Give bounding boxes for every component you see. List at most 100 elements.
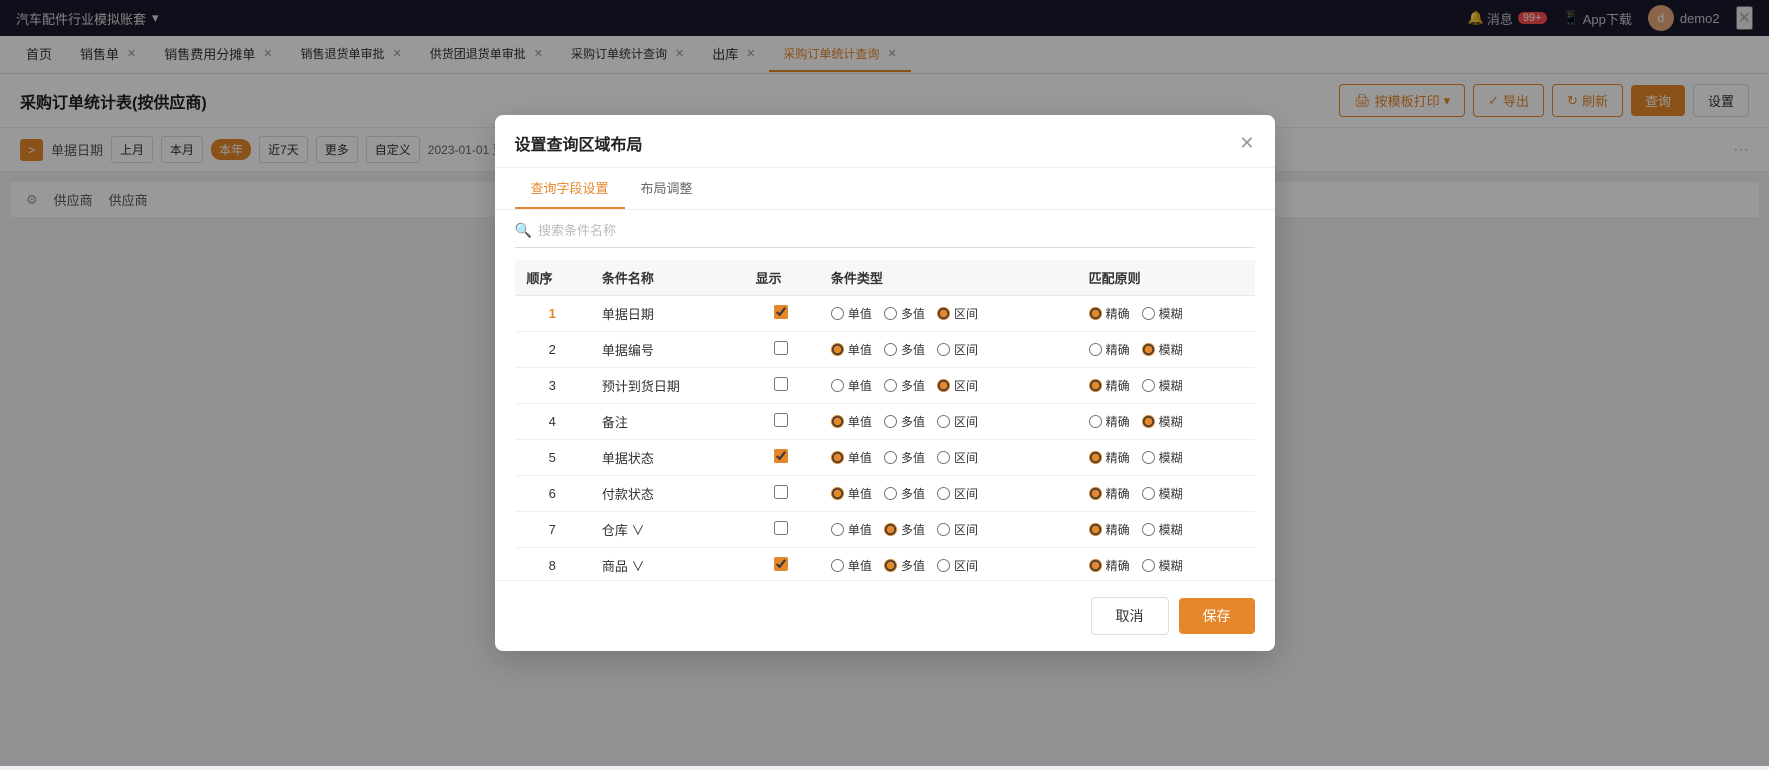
display-checkbox[interactable] bbox=[774, 521, 788, 535]
type-radio[interactable] bbox=[884, 307, 897, 320]
type-radio-item[interactable]: 多值 bbox=[884, 341, 925, 358]
type-radio[interactable] bbox=[937, 487, 950, 500]
match-radio[interactable] bbox=[1089, 379, 1102, 392]
match-radio-item[interactable]: 模糊 bbox=[1142, 521, 1183, 538]
match-radio[interactable] bbox=[1089, 487, 1102, 500]
match-radio-item[interactable]: 模糊 bbox=[1142, 341, 1183, 358]
match-radio[interactable] bbox=[1142, 487, 1155, 500]
type-radio-item[interactable]: 区间 bbox=[937, 449, 978, 466]
match-radio[interactable] bbox=[1142, 379, 1155, 392]
type-radio[interactable] bbox=[831, 307, 844, 320]
match-radio[interactable] bbox=[1089, 415, 1102, 428]
match-radio-item[interactable]: 精确 bbox=[1089, 377, 1130, 394]
display-checkbox[interactable] bbox=[774, 305, 788, 319]
match-radio[interactable] bbox=[1089, 343, 1102, 356]
type-radio-item[interactable]: 多值 bbox=[884, 557, 925, 574]
match-radio-label: 精确 bbox=[1106, 449, 1130, 466]
type-radio-item[interactable]: 单值 bbox=[831, 377, 872, 394]
type-radio[interactable] bbox=[884, 343, 897, 356]
match-radio-item[interactable]: 精确 bbox=[1089, 521, 1130, 538]
dialog-tab-query-fields[interactable]: 查询字段设置 bbox=[515, 168, 625, 209]
match-radio-label: 模糊 bbox=[1159, 413, 1183, 430]
type-radio[interactable] bbox=[831, 487, 844, 500]
type-radio-label: 区间 bbox=[954, 413, 978, 430]
type-radio[interactable] bbox=[884, 451, 897, 464]
type-radio-item[interactable]: 区间 bbox=[937, 305, 978, 322]
match-radio-item[interactable]: 模糊 bbox=[1142, 449, 1183, 466]
display-checkbox[interactable] bbox=[774, 341, 788, 355]
type-radio-item[interactable]: 区间 bbox=[937, 485, 978, 502]
match-radio-item[interactable]: 模糊 bbox=[1142, 377, 1183, 394]
type-radio[interactable] bbox=[831, 523, 844, 536]
type-radio[interactable] bbox=[884, 487, 897, 500]
match-radio[interactable] bbox=[1142, 523, 1155, 536]
display-checkbox[interactable] bbox=[774, 413, 788, 427]
type-radio[interactable] bbox=[831, 343, 844, 356]
cancel-btn[interactable]: 取消 bbox=[1091, 597, 1169, 635]
type-radio[interactable] bbox=[937, 523, 950, 536]
type-radio-item[interactable]: 多值 bbox=[884, 305, 925, 322]
type-radio-item[interactable]: 多值 bbox=[884, 377, 925, 394]
save-btn[interactable]: 保存 bbox=[1179, 598, 1255, 634]
type-radio[interactable] bbox=[884, 379, 897, 392]
dialog-close-btn[interactable]: ✕ bbox=[1239, 133, 1254, 154]
match-radio[interactable] bbox=[1089, 307, 1102, 320]
match-radio-item[interactable]: 精确 bbox=[1089, 305, 1130, 322]
match-radio[interactable] bbox=[1142, 307, 1155, 320]
type-radio-item[interactable]: 多值 bbox=[884, 449, 925, 466]
display-checkbox[interactable] bbox=[774, 449, 788, 463]
type-radio-item[interactable]: 多值 bbox=[884, 413, 925, 430]
type-radio-item[interactable]: 单值 bbox=[831, 341, 872, 358]
match-radio[interactable] bbox=[1142, 451, 1155, 464]
type-radio[interactable] bbox=[831, 559, 844, 572]
dialog-tab-layout[interactable]: 布局调整 bbox=[625, 168, 709, 209]
type-radio[interactable] bbox=[937, 379, 950, 392]
type-radio[interactable] bbox=[831, 415, 844, 428]
match-radio[interactable] bbox=[1089, 451, 1102, 464]
dialog-overlay[interactable]: 设置查询区域布局 ✕ 查询字段设置 布局调整 🔍 顺序 条件名称 显示 bbox=[0, 0, 1769, 766]
match-radio-item[interactable]: 模糊 bbox=[1142, 413, 1183, 430]
type-radio[interactable] bbox=[937, 307, 950, 320]
match-radio-item[interactable]: 精确 bbox=[1089, 485, 1130, 502]
type-radio-item[interactable]: 区间 bbox=[937, 341, 978, 358]
match-radio[interactable] bbox=[1142, 415, 1155, 428]
match-radio-item[interactable]: 精确 bbox=[1089, 341, 1130, 358]
row-type-cell: 单值多值区间 bbox=[819, 440, 1077, 476]
type-radio[interactable] bbox=[937, 451, 950, 464]
type-radio-item[interactable]: 单值 bbox=[831, 305, 872, 322]
match-radio-item[interactable]: 模糊 bbox=[1142, 557, 1183, 574]
match-radio[interactable] bbox=[1089, 559, 1102, 572]
type-radio-item[interactable]: 单值 bbox=[831, 449, 872, 466]
search-input[interactable] bbox=[538, 223, 738, 238]
type-radio[interactable] bbox=[884, 523, 897, 536]
match-radio-item[interactable]: 模糊 bbox=[1142, 485, 1183, 502]
match-radio[interactable] bbox=[1142, 559, 1155, 572]
display-checkbox[interactable] bbox=[774, 557, 788, 571]
type-radio[interactable] bbox=[884, 415, 897, 428]
type-radio-item[interactable]: 单值 bbox=[831, 521, 872, 538]
type-radio[interactable] bbox=[884, 559, 897, 572]
type-radio-item[interactable]: 区间 bbox=[937, 521, 978, 538]
type-radio-item[interactable]: 区间 bbox=[937, 377, 978, 394]
match-radio[interactable] bbox=[1089, 523, 1102, 536]
type-radio-item[interactable]: 区间 bbox=[937, 413, 978, 430]
row-match-cell: 精确模糊 bbox=[1077, 296, 1255, 332]
match-radio-item[interactable]: 模糊 bbox=[1142, 305, 1183, 322]
type-radio-item[interactable]: 多值 bbox=[884, 485, 925, 502]
type-radio[interactable] bbox=[937, 415, 950, 428]
type-radio-item[interactable]: 多值 bbox=[884, 521, 925, 538]
type-radio[interactable] bbox=[831, 451, 844, 464]
type-radio-item[interactable]: 单值 bbox=[831, 557, 872, 574]
type-radio[interactable] bbox=[831, 379, 844, 392]
match-radio-item[interactable]: 精确 bbox=[1089, 413, 1130, 430]
display-checkbox[interactable] bbox=[774, 485, 788, 499]
match-radio-item[interactable]: 精确 bbox=[1089, 449, 1130, 466]
type-radio-item[interactable]: 单值 bbox=[831, 413, 872, 430]
type-radio[interactable] bbox=[937, 343, 950, 356]
type-radio-item[interactable]: 区间 bbox=[937, 557, 978, 574]
type-radio[interactable] bbox=[937, 559, 950, 572]
match-radio-item[interactable]: 精确 bbox=[1089, 557, 1130, 574]
type-radio-item[interactable]: 单值 bbox=[831, 485, 872, 502]
match-radio[interactable] bbox=[1142, 343, 1155, 356]
display-checkbox[interactable] bbox=[774, 377, 788, 391]
